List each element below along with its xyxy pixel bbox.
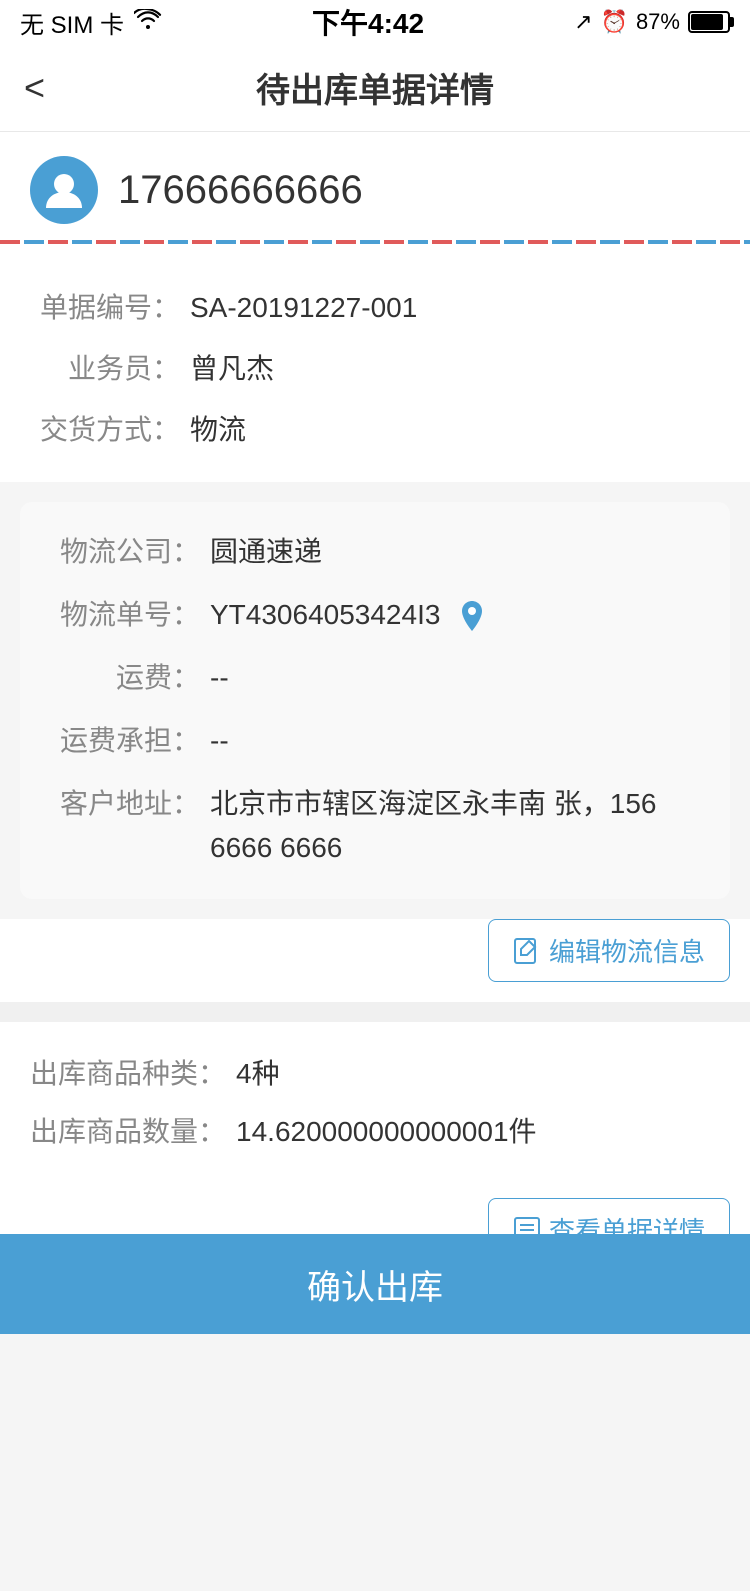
freight-label: 运费： (50, 656, 200, 701)
goods-type-label: 出库商品种类： (30, 1052, 226, 1092)
user-icon (42, 168, 86, 212)
status-left: 无 SIM 卡 (20, 5, 162, 40)
phone-header: 17666666666 (0, 132, 750, 224)
status-right: ↗ ⏰ 87% (574, 9, 730, 35)
wifi-icon (134, 8, 162, 36)
document-label: 单据编号： (30, 286, 180, 331)
delivery-value: 物流 (190, 408, 720, 453)
sales-rep-value: 曾凡杰 (190, 347, 720, 392)
sales-rep-row: 业务员： 曾凡杰 (30, 347, 720, 392)
tracking-location-icon[interactable] (454, 598, 490, 634)
section-divider (0, 1002, 750, 1022)
status-time: 下午4:42 (312, 2, 424, 42)
basic-info-section: 单据编号： SA-20191227-001 业务员： 曾凡杰 交货方式： 物流 (0, 256, 750, 482)
confirm-bar[interactable]: 确认出库 (0, 1234, 750, 1334)
nav-bar: < 待出库单据详情 (0, 44, 750, 132)
logistics-company-row: 物流公司： 圆通速递 (50, 530, 700, 575)
address-row: 客户地址： 北京市市辖区海淀区永丰南 张，156 6666 6666 (50, 782, 700, 872)
address-value: 北京市市辖区海淀区永丰南 张，156 6666 6666 (210, 782, 700, 872)
freight-bear-row: 运费承担： -- (50, 719, 700, 764)
carrier-label: 无 SIM 卡 (20, 5, 124, 40)
goods-quantity-value: 14.620000000000001件 (236, 1110, 537, 1150)
phone-number: 17666666666 (118, 168, 363, 213)
delivery-label: 交货方式： (30, 408, 180, 453)
goods-quantity-label: 出库商品数量： (30, 1110, 226, 1150)
address-label: 客户地址： (50, 782, 200, 827)
goods-quantity-row: 出库商品数量： 14.620000000000001件 (30, 1110, 720, 1150)
back-button[interactable]: < (24, 67, 45, 109)
edit-logistics-container: 编辑物流信息 (0, 919, 750, 1002)
edit-logistics-label: 编辑物流信息 (549, 932, 705, 969)
freight-bear-label: 运费承担： (50, 719, 200, 764)
logistics-company-label: 物流公司： (50, 530, 200, 575)
logistics-card: 物流公司： 圆通速递 物流单号： YT43064053424I3 运费： -- … (20, 502, 730, 899)
tracking-value-container: YT43064053424I3 (210, 593, 700, 638)
freight-bear-value: -- (210, 719, 700, 764)
page-title: 待出库单据详情 (256, 63, 494, 112)
document-value: SA-20191227-001 (190, 286, 720, 331)
tracking-number: YT43064053424I3 (210, 593, 440, 638)
freight-row: 运费： -- (50, 656, 700, 701)
battery-icon (688, 11, 730, 33)
delivery-row: 交货方式： 物流 (30, 408, 720, 453)
logistics-company-value: 圆通速递 (210, 530, 700, 575)
goods-type-row: 出库商品种类： 4种 (30, 1052, 720, 1092)
sales-rep-label: 业务员： (30, 347, 180, 392)
alarm-icon: ⏰ (601, 9, 628, 35)
freight-value: -- (210, 656, 700, 701)
goods-section: 出库商品种类： 4种 出库商品数量： 14.620000000000001件 (0, 1022, 750, 1188)
location-status-icon: ↗ (574, 9, 592, 35)
tracking-label: 物流单号： (50, 593, 200, 638)
edit-icon (513, 937, 541, 965)
goods-type-value: 4种 (236, 1052, 280, 1092)
dashed-divider (0, 224, 750, 256)
battery-percent: 87% (636, 9, 680, 35)
tracking-row: 物流单号： YT43064053424I3 (50, 593, 700, 638)
edit-logistics-button[interactable]: 编辑物流信息 (488, 919, 730, 982)
document-row: 单据编号： SA-20191227-001 (30, 286, 720, 331)
status-bar: 无 SIM 卡 下午4:42 ↗ ⏰ 87% (0, 0, 750, 44)
confirm-button-label: 确认出库 (307, 1260, 443, 1309)
avatar (30, 156, 98, 224)
